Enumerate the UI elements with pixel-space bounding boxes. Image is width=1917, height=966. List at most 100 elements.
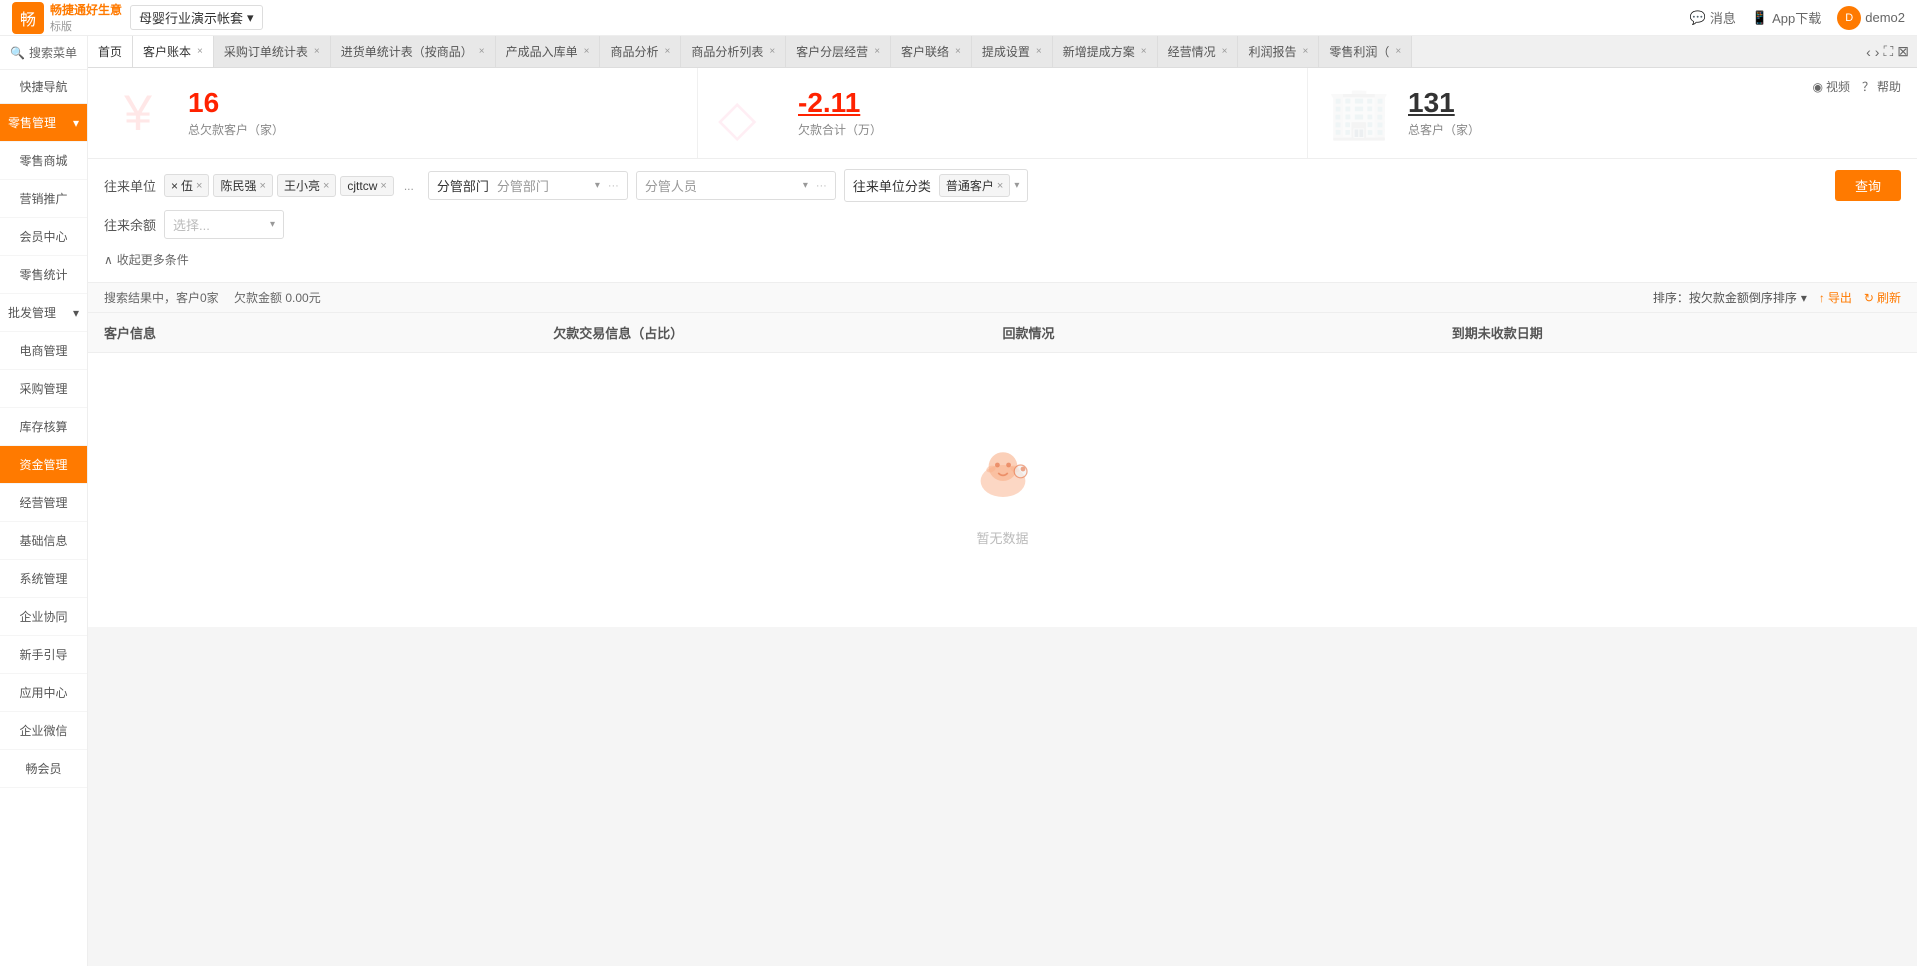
help-link[interactable]: ？ 帮助: [1862, 78, 1901, 95]
filter-row-1: 往来单位 × 伍 × 陈民强 × 王小亮 ×: [104, 169, 1901, 202]
tab-raise-settings[interactable]: 提成设置 ×: [972, 36, 1053, 67]
close-tab-production[interactable]: ×: [584, 46, 590, 57]
sidebar-item-finance[interactable]: 资金管理: [0, 446, 87, 484]
remove-unit-class[interactable]: ×: [997, 180, 1003, 192]
close-tab-customer-tier[interactable]: ×: [874, 46, 880, 57]
sidebar-item-vip[interactable]: 畅会员: [0, 750, 87, 788]
collapse-button[interactable]: ∧ 收起更多条件: [104, 251, 1901, 268]
unit-class-select[interactable]: 往来单位分类 普通客户 × ▾: [844, 169, 1029, 202]
tab-purchase-order[interactable]: 采购订单统计表 ×: [214, 36, 331, 67]
sidebar-item-operations[interactable]: 经营管理: [0, 484, 87, 522]
close-tab-retail-profit[interactable]: ×: [1395, 46, 1401, 57]
sidebar-item-basic-info[interactable]: 基础信息: [0, 522, 87, 560]
tab-customer-contact[interactable]: 客户联络 ×: [891, 36, 972, 67]
question-icon: ？: [1862, 78, 1874, 95]
refresh-button[interactable]: ↻ 刷新: [1864, 289, 1901, 306]
sidebar-item-system[interactable]: 系统管理: [0, 560, 87, 598]
close-tab-purchase-order[interactable]: ×: [314, 46, 320, 57]
phone-icon: 📱: [1752, 10, 1768, 26]
stat-info-total-clients: 131 总客户（家）: [1408, 89, 1480, 138]
dept-chevron-icon: ▾: [595, 180, 600, 191]
close-tab-profit-report[interactable]: ×: [1302, 46, 1308, 57]
dept-select[interactable]: 分管部门 分管部门 ▾ ···: [428, 171, 628, 200]
person-select[interactable]: 分管人员 ▾ ···: [636, 171, 836, 200]
close-tab-accounts[interactable]: ×: [197, 46, 203, 57]
total-debt-label: 欠款合计（万）: [798, 121, 882, 138]
tab-purchase-stat[interactable]: 进货单统计表（按商品） ×: [331, 36, 496, 67]
filter-tag-1[interactable]: × 伍 ×: [164, 174, 209, 197]
sidebar-item-ecommerce[interactable]: 电商管理: [0, 332, 87, 370]
sidebar-item-wholesale-mgmt[interactable]: 批发管理 ▾: [0, 294, 87, 332]
filter-tag-more[interactable]: ...: [398, 177, 420, 195]
close-tab-customer-contact[interactable]: ×: [955, 46, 961, 57]
sidebar-item-member-center[interactable]: 会员中心: [0, 218, 87, 256]
tabs-fullscreen-button[interactable]: ⛶: [1883, 43, 1893, 60]
stat-card-total-clients: 🏢 131 总客户（家） ◉ 视频 ？ 帮助: [1308, 68, 1917, 158]
logo-text: 畅捷通好生意 标版: [50, 1, 122, 34]
tab-product-analysis-list[interactable]: 商品分析列表 ×: [681, 36, 786, 67]
tab-profit-report[interactable]: 利润报告 ×: [1238, 36, 1319, 67]
filter-tag-4[interactable]: cjttcw ×: [340, 176, 393, 196]
sidebar-item-newbie[interactable]: 新手引导: [0, 636, 87, 674]
col-header-repay: 回款情况: [1003, 323, 1452, 342]
quick-nav-button[interactable]: 快捷导航: [0, 70, 87, 104]
remove-tag-1[interactable]: ×: [196, 180, 202, 192]
unit-class-tag[interactable]: 普通客户 ×: [939, 174, 1010, 197]
sidebar-item-wechat[interactable]: 企业微信: [0, 712, 87, 750]
sidebar-item-retail-mall[interactable]: 零售商城: [0, 142, 87, 180]
play-icon: ◉: [1812, 80, 1822, 94]
close-tab-raise-plan[interactable]: ×: [1141, 46, 1147, 57]
sidebar-item-retail-mgmt[interactable]: 零售管理 ▾: [0, 104, 87, 142]
refresh-icon: ↻: [1864, 291, 1874, 305]
tab-operations-status[interactable]: 经营情况 ×: [1158, 36, 1239, 67]
sidebar-item-enterprise[interactable]: 企业协同: [0, 598, 87, 636]
empty-state: 暂无数据: [88, 353, 1917, 627]
stats-section: ¥ 16 总欠款客户（家） ◇ -2.11 欠款合计（万） 🏢: [88, 68, 1917, 159]
tabs-prev-button[interactable]: ‹: [1866, 44, 1871, 60]
tab-retail-profit[interactable]: 零售利润（ ×: [1319, 36, 1412, 67]
sidebar-item-purchase[interactable]: 采购管理: [0, 370, 87, 408]
remove-tag-2[interactable]: ×: [260, 180, 266, 192]
user-menu[interactable]: D demo2: [1837, 6, 1905, 30]
tabs-close-all-button[interactable]: ⊠: [1897, 43, 1909, 60]
filter-tag-2[interactable]: 陈民强 ×: [213, 174, 272, 197]
close-tab-operations-status[interactable]: ×: [1222, 46, 1228, 57]
video-link[interactable]: ◉ 视频: [1812, 78, 1850, 95]
tabs-next-button[interactable]: ›: [1875, 44, 1880, 60]
diamond-icon: ◇: [718, 89, 756, 147]
tab-production[interactable]: 产成品入库单 ×: [496, 36, 601, 67]
export-button[interactable]: ↑ 导出: [1819, 289, 1852, 306]
sidebar-search-area[interactable]: 🔍 搜索菜单: [0, 36, 87, 70]
sidebar-item-marketing[interactable]: 营销推广: [0, 180, 87, 218]
balance-select[interactable]: 选择... ▾: [164, 210, 284, 239]
remove-tag-3[interactable]: ×: [323, 180, 329, 192]
close-tab-product-analysis-list[interactable]: ×: [769, 46, 775, 57]
filter-tag-3[interactable]: 王小亮 ×: [277, 174, 336, 197]
tab-accounts[interactable]: 客户账本 ×: [133, 36, 214, 67]
sort-select[interactable]: 排序：按欠款金额倒序排序 ▾: [1653, 289, 1807, 306]
tab-raise-plan[interactable]: 新增提成方案 ×: [1053, 36, 1158, 67]
remove-tag-4[interactable]: ×: [380, 180, 386, 192]
tab-product-analysis[interactable]: 商品分析 ×: [600, 36, 681, 67]
unit-class-chevron-icon: ▾: [1014, 180, 1019, 191]
close-tab-product-analysis[interactable]: ×: [664, 46, 670, 57]
building-icon: 🏢: [1328, 84, 1390, 143]
tab-home[interactable]: 首页: [88, 36, 133, 67]
query-button[interactable]: 查询: [1835, 170, 1901, 201]
search-menu-button[interactable]: 🔍 搜索菜单: [10, 44, 77, 61]
sidebar-item-inventory[interactable]: 库存核算: [0, 408, 87, 446]
sidebar-item-app-center[interactable]: 应用中心: [0, 674, 87, 712]
collapse-icon: ∧: [104, 253, 113, 267]
message-button[interactable]: 💬 消息: [1690, 8, 1736, 27]
close-tab-purchase-stat[interactable]: ×: [479, 46, 485, 57]
person-chevron-icon: ▾: [803, 180, 808, 191]
total-clients-value: 131: [1408, 89, 1480, 117]
data-table: 客户信息 欠款交易信息（占比） 回款情况 到期未收款日期: [88, 313, 1917, 627]
tab-customer-tier[interactable]: 客户分层经营 ×: [786, 36, 891, 67]
sidebar-item-retail-stat[interactable]: 零售统计: [0, 256, 87, 294]
store-select[interactable]: 母婴行业演示帐套 ▾: [130, 5, 263, 30]
app-download-button[interactable]: 📱 App下载: [1752, 8, 1821, 27]
message-icon: 💬: [1690, 10, 1706, 26]
sidebar: 🔍 搜索菜单 快捷导航 零售管理 ▾ 零售商城 营销推广 会员中心 零售统计 批…: [0, 36, 88, 966]
close-tab-raise-settings[interactable]: ×: [1036, 46, 1042, 57]
